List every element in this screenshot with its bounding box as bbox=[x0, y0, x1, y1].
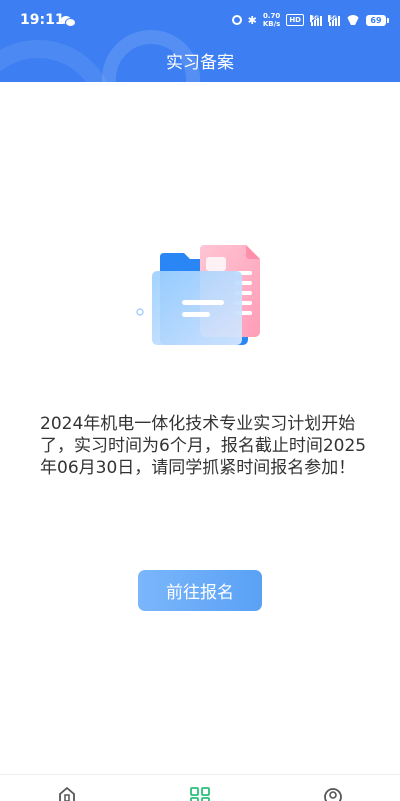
bottom-tab-bar bbox=[0, 774, 400, 801]
hd-icon: HD bbox=[286, 14, 304, 26]
page-title: 实习备案 bbox=[166, 53, 234, 73]
signal-5g-icon: 5G bbox=[328, 14, 340, 26]
status-bar: 19:11 ✱ 0.70 KB/s HD 4G 5G 69 bbox=[0, 0, 400, 40]
app-header: 19:11 ✱ 0.70 KB/s HD 4G 5G 69 实习备案 bbox=[0, 0, 400, 82]
network-speed-value: 0.70 bbox=[262, 12, 281, 20]
status-icons: ✱ 0.70 KB/s HD 4G 5G 69 bbox=[231, 12, 389, 28]
signal-5g-label: 5G bbox=[328, 14, 338, 22]
wechat-notification-icon bbox=[61, 16, 76, 27]
alarm-icon bbox=[231, 15, 242, 25]
tab-me[interactable] bbox=[313, 787, 353, 801]
signal-4g-icon: 4G bbox=[310, 14, 322, 26]
tab-home[interactable] bbox=[47, 787, 87, 801]
internship-notice-text: 2024年机电一体化技术专业实习计划开始了，实习时间为6个月，报名截止时间202… bbox=[40, 414, 367, 478]
documents-illustration bbox=[130, 243, 270, 353]
home-icon bbox=[59, 787, 75, 801]
network-speed: 0.70 KB/s bbox=[263, 12, 280, 28]
bluetooth-icon: ✱ bbox=[247, 13, 257, 27]
user-icon bbox=[324, 788, 342, 801]
tab-apps[interactable] bbox=[180, 787, 220, 801]
battery-icon: 69 bbox=[366, 14, 389, 26]
go-apply-button[interactable]: 前往报名 bbox=[138, 570, 262, 611]
network-speed-unit: KB/s bbox=[262, 20, 281, 28]
apps-icon bbox=[190, 787, 210, 801]
signal-4g-label: 4G bbox=[310, 14, 320, 22]
folder-document-icon bbox=[136, 245, 260, 345]
status-time: 19:11 bbox=[20, 12, 65, 28]
wifi-icon bbox=[346, 15, 360, 25]
